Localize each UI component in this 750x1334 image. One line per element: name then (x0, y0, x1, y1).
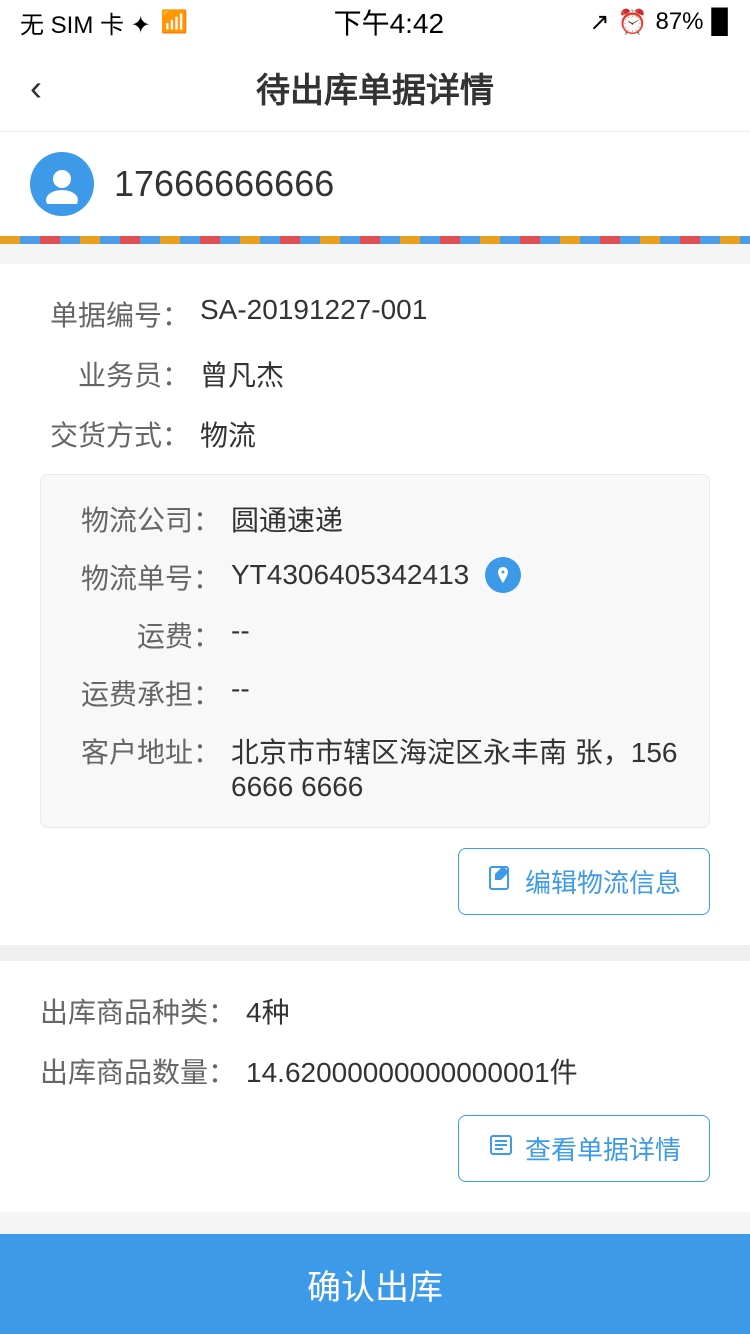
document-number-row: 单据编号： SA-20191227-001 (40, 294, 710, 334)
logistics-company-label: 物流公司： (71, 499, 221, 539)
product-type-row: 出库商品种类： 4种 (40, 991, 710, 1031)
product-type-value: 4种 (236, 991, 710, 1031)
sim-label: 无 SIM 卡 ✦ (20, 5, 151, 40)
alarm-icon: ⏰ (618, 8, 648, 37)
sales-value: 曾凡杰 (190, 354, 710, 394)
location-status-icon: ↗ (589, 8, 609, 37)
logistics-freight-bearer-value: -- (221, 673, 679, 705)
logistics-address-row: 客户地址： 北京市市辖区海淀区永丰南 张，156 6666 6666 (71, 731, 679, 803)
delivery-row: 交货方式： 物流 (40, 414, 710, 454)
sales-label: 业务员： (40, 354, 190, 394)
document-info-section: 单据编号： SA-20191227-001 业务员： 曾凡杰 交货方式： 物流 … (0, 264, 750, 945)
logistics-freight-bearer-row: 运费承担： -- (71, 673, 679, 713)
logistics-freight-row: 运费： -- (71, 615, 679, 655)
product-quantity-row: 出库商品数量： 14.62000000000000001件 (40, 1051, 710, 1091)
wifi-icon: 📶 (161, 9, 188, 35)
battery-icon: ▉ (712, 8, 730, 37)
logistics-freight-value: -- (221, 615, 679, 647)
edit-logistics-container: 编辑物流信息 (40, 848, 710, 915)
back-button[interactable]: ‹ (30, 67, 42, 109)
product-quantity-label: 出库商品数量： (40, 1051, 236, 1091)
dashed-divider (0, 236, 750, 244)
edit-icon (487, 864, 515, 899)
logistics-company-row: 物流公司： 圆通速递 (71, 499, 679, 539)
logistics-tracking-label: 物流单号： (71, 557, 221, 597)
sales-row: 业务员： 曾凡杰 (40, 354, 710, 394)
edit-logistics-label: 编辑物流信息 (525, 863, 681, 900)
edit-logistics-button[interactable]: 编辑物流信息 (458, 848, 710, 915)
status-time: 下午4:42 (334, 2, 445, 42)
status-bar: 无 SIM 卡 ✦ 📶 下午4:42 ↗ ⏰ 87% ▉ (0, 0, 750, 44)
customer-header: 17666666666 (0, 132, 750, 236)
view-details-label: 查看单据详情 (525, 1130, 681, 1167)
logistics-section: 物流公司： 圆通速递 物流单号： YT4306405342413 运费： -- … (40, 474, 710, 828)
logistics-freight-bearer-label: 运费承担： (71, 673, 221, 713)
tracking-location-icon[interactable] (485, 557, 521, 593)
logistics-address-value: 北京市市辖区海淀区永丰南 张，156 6666 6666 (221, 731, 679, 803)
customer-phone: 17666666666 (114, 163, 334, 205)
status-left: 无 SIM 卡 ✦ 📶 (20, 5, 188, 40)
logistics-freight-label: 运费： (71, 615, 221, 655)
page-title: 待出库单据详情 (256, 63, 494, 112)
nav-bar: ‹ 待出库单据详情 (0, 44, 750, 132)
view-details-button[interactable]: 查看单据详情 (458, 1115, 710, 1182)
logistics-address-label: 客户地址： (71, 731, 221, 771)
delivery-label: 交货方式： (40, 414, 190, 454)
section-divider (0, 945, 750, 961)
document-number-label: 单据编号： (40, 294, 190, 334)
status-right: ↗ ⏰ 87% ▉ (589, 8, 730, 37)
details-list-icon (487, 1131, 515, 1166)
confirm-button-label: 确认出库 (307, 1260, 443, 1309)
product-quantity-value: 14.62000000000000001件 (236, 1051, 710, 1091)
document-number-value: SA-20191227-001 (190, 294, 710, 326)
customer-avatar (30, 152, 94, 216)
battery-level: 87% (655, 8, 703, 36)
logistics-tracking-value: YT4306405342413 (221, 557, 679, 593)
logistics-company-value: 圆通速递 (221, 499, 679, 539)
product-type-label: 出库商品种类： (40, 991, 236, 1031)
product-summary-section: 出库商品种类： 4种 出库商品数量： 14.62000000000000001件… (0, 961, 750, 1212)
confirm-outbound-button[interactable]: 确认出库 (0, 1234, 750, 1334)
delivery-value: 物流 (190, 414, 710, 454)
logistics-tracking-row: 物流单号： YT4306405342413 (71, 557, 679, 597)
view-details-container: 查看单据详情 (40, 1115, 710, 1182)
